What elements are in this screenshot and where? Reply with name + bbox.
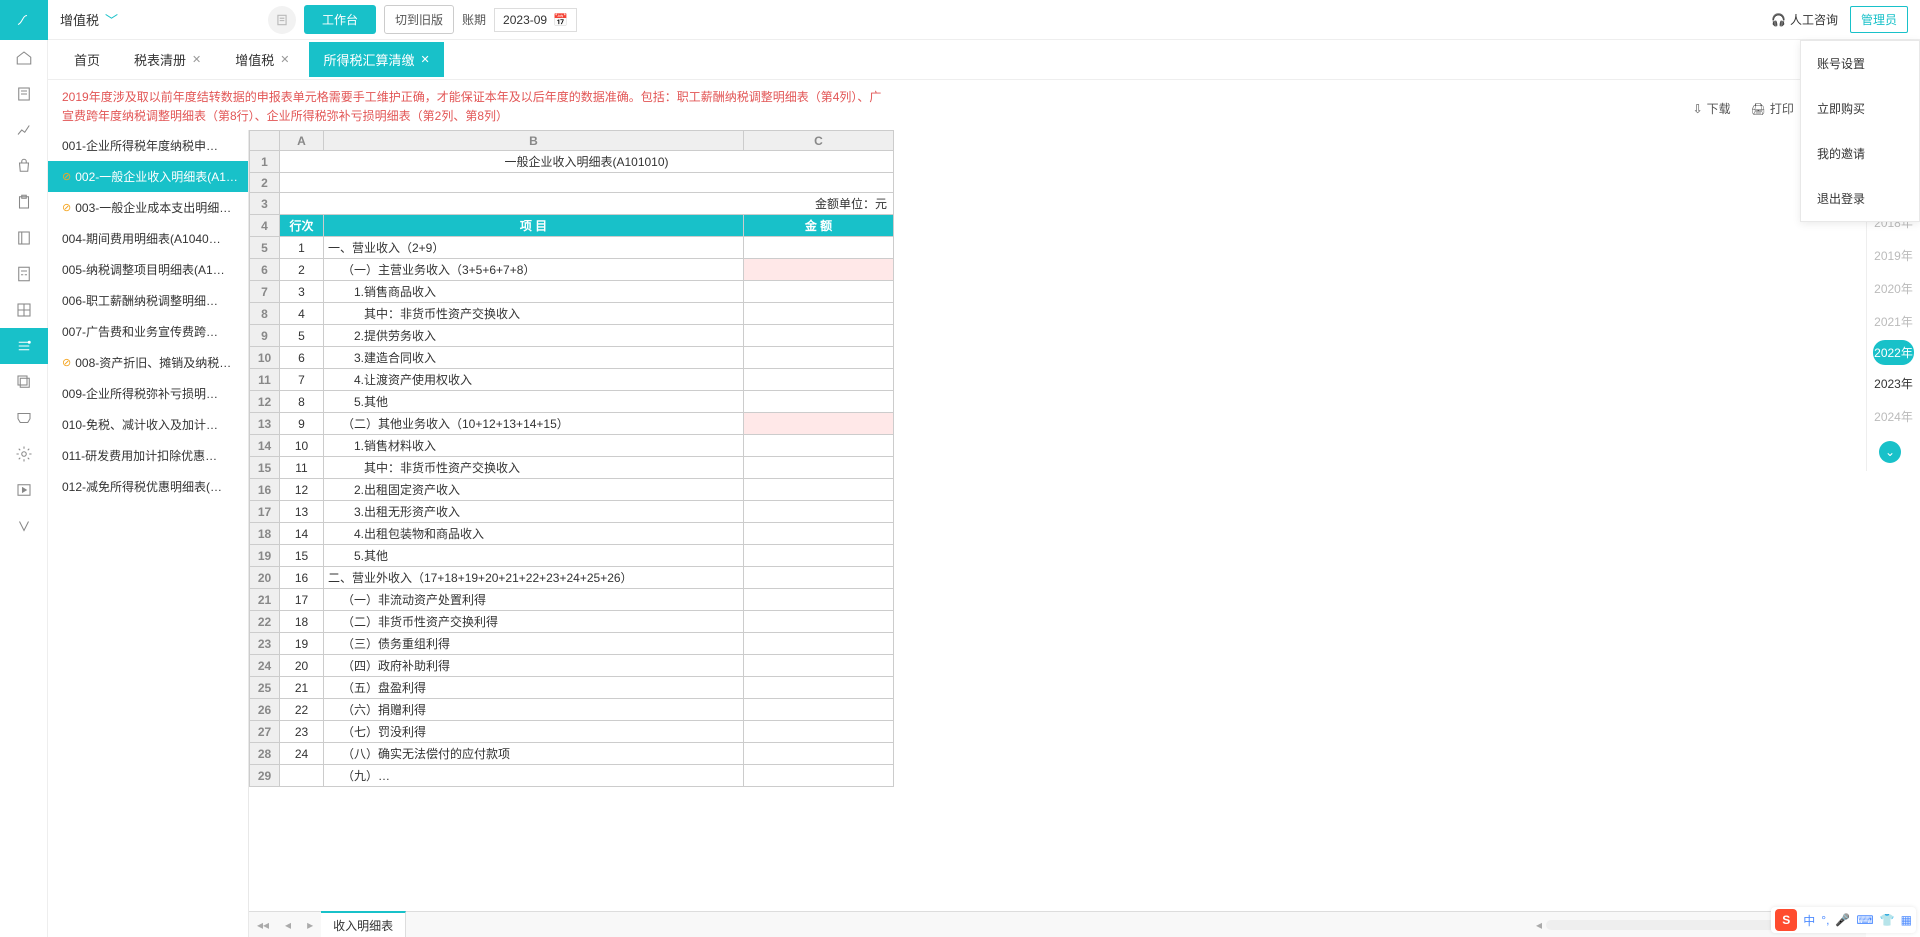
ime-menu-icon[interactable]: ▦	[1901, 913, 1912, 927]
report-list-item[interactable]: 004-期间费用明细表(A1040…	[48, 223, 248, 254]
ime-keyboard-icon[interactable]: ⌨	[1856, 913, 1873, 927]
page-tabs: 首页税表清册✕增值税✕所得税汇算清缴✕	[48, 40, 1920, 80]
nav-tax-icon[interactable]	[0, 328, 48, 364]
nav-play-icon[interactable]	[0, 472, 48, 508]
warning-notice: 2019年度涉及取以前年度结转数据的申报表单元格需要手工维护正确，才能保证本年及…	[62, 88, 882, 126]
period-value: 2023-09	[503, 13, 547, 27]
year-item[interactable]: 2019年	[1867, 239, 1920, 272]
period-picker[interactable]: 2023-09 📅	[494, 8, 577, 32]
warn-icon: ⊘	[62, 201, 71, 214]
top-bar: 增值税 ﹀ 工作台 切到旧版 账期 2023-09 📅 🎧 人工咨询 管理员	[48, 0, 1920, 40]
report-list-item[interactable]: ⊘002-一般企业收入明细表(A1…	[48, 161, 248, 192]
year-item[interactable]: 2023年	[1867, 367, 1920, 400]
ime-punct-icon[interactable]: °,	[1821, 913, 1829, 927]
report-list-item[interactable]: ⊘008-资产折旧、摊销及纳税…	[48, 347, 248, 378]
ime-toolbar: S 中 °, 🎤 ⌨ 👕 ▦	[1771, 907, 1916, 933]
admin-button[interactable]: 管理员	[1850, 6, 1908, 33]
year-more-icon[interactable]: ⌄	[1879, 441, 1901, 463]
consult-link[interactable]: 🎧 人工咨询	[1771, 11, 1838, 28]
nav-inbox-icon[interactable]	[0, 400, 48, 436]
ime-lang[interactable]: 中	[1803, 912, 1815, 929]
close-icon[interactable]: ✕	[280, 53, 289, 66]
sheet-icon[interactable]	[268, 6, 296, 34]
sheet-nav-prev-icon[interactable]: ◂	[277, 918, 299, 932]
page-tab[interactable]: 首页	[60, 42, 114, 77]
nav-doc-icon[interactable]	[0, 76, 48, 112]
chevron-down-icon: ﹀	[105, 10, 118, 29]
left-nav-rail	[0, 0, 48, 937]
sheet-nav-next-icon[interactable]: ▸	[299, 918, 321, 932]
headset-icon: 🎧	[1771, 13, 1786, 27]
scroll-left-icon[interactable]: ◂	[1536, 918, 1542, 932]
download-button[interactable]: ⇩ 下载	[1693, 100, 1731, 117]
nav-copy-icon[interactable]	[0, 364, 48, 400]
tax-type-selector[interactable]: 增值税 ﹀	[60, 10, 260, 29]
nav-chart-icon[interactable]	[0, 112, 48, 148]
menu-my-invite[interactable]: 我的邀请	[1801, 131, 1919, 176]
nav-settings-icon[interactable]	[0, 436, 48, 472]
brand-logo	[0, 0, 48, 40]
sheet-tab[interactable]: 收入明细表	[321, 911, 406, 937]
page-tab[interactable]: 税表清册✕	[120, 42, 215, 77]
report-list-item[interactable]: 007-广告费和业务宣传费跨…	[48, 316, 248, 347]
nav-bag-icon[interactable]	[0, 148, 48, 184]
sheet-tabs-bar: ◂◂ ◂ ▸ 收入明细表 ◂ ▸	[249, 911, 1866, 937]
tax-type-label: 增值税	[60, 10, 99, 29]
calendar-icon: 📅	[553, 13, 568, 27]
menu-account-settings[interactable]: 账号设置	[1801, 41, 1919, 86]
page-tab[interactable]: 所得税汇算清缴✕	[309, 42, 443, 77]
report-list-item[interactable]: ⊘003-一般企业成本支出明细…	[48, 192, 248, 223]
ime-skin-icon[interactable]: 👕	[1880, 913, 1895, 927]
nav-calc-icon[interactable]	[0, 256, 48, 292]
ime-logo-icon[interactable]: S	[1775, 909, 1797, 931]
period-label: 账期	[462, 11, 486, 28]
report-list-item[interactable]: 011-研发费用加计扣除优惠…	[48, 440, 248, 471]
ime-mic-icon[interactable]: 🎤	[1835, 913, 1850, 927]
year-item[interactable]: 2021年	[1867, 305, 1920, 338]
print-button[interactable]: 🖨 打印	[1751, 100, 1794, 117]
nav-clipboard-icon[interactable]	[0, 184, 48, 220]
user-dropdown-menu: 账号设置 立即购买 我的邀请 退出登录	[1800, 40, 1920, 222]
sheet-nav-first-icon[interactable]: ◂◂	[249, 918, 277, 932]
nav-home-icon[interactable]	[0, 40, 48, 76]
warn-icon: ⊘	[62, 170, 71, 183]
report-list-item[interactable]: 005-纳税调整项目明细表(A1…	[48, 254, 248, 285]
nav-v-icon[interactable]	[0, 508, 48, 544]
report-list-item[interactable]: 006-职工薪酬纳税调整明细…	[48, 285, 248, 316]
report-list-item[interactable]: 001-企业所得税年度纳税申…	[48, 130, 248, 161]
page-tab[interactable]: 增值税✕	[221, 42, 303, 77]
year-item[interactable]: 2020年	[1867, 272, 1920, 305]
nav-book-icon[interactable]	[0, 220, 48, 256]
report-list-item[interactable]: 009-企业所得税弥补亏损明…	[48, 378, 248, 409]
report-list-item[interactable]: 010-免税、减计收入及加计…	[48, 409, 248, 440]
warn-icon: ⊘	[62, 356, 71, 369]
workbench-button[interactable]: 工作台	[304, 5, 376, 34]
menu-logout[interactable]: 退出登录	[1801, 176, 1919, 221]
year-item[interactable]: 2022年	[1873, 340, 1914, 365]
menu-buy-now[interactable]: 立即购买	[1801, 86, 1919, 131]
report-list-item[interactable]: 012-减免所得税优惠明细表(…	[48, 471, 248, 502]
close-icon[interactable]: ✕	[421, 53, 430, 66]
nav-grid-icon[interactable]	[0, 292, 48, 328]
close-icon[interactable]: ✕	[192, 53, 201, 66]
year-item[interactable]: 2024年	[1867, 400, 1920, 433]
spreadsheet[interactable]: ABC1一般企业收入明细表(A101010)23金额单位：元4行次项 目金 额5…	[249, 130, 894, 787]
report-list: 001-企业所得税年度纳税申…⊘002-一般企业收入明细表(A1…⊘003-一般…	[48, 130, 248, 937]
switch-old-button[interactable]: 切到旧版	[384, 5, 454, 34]
